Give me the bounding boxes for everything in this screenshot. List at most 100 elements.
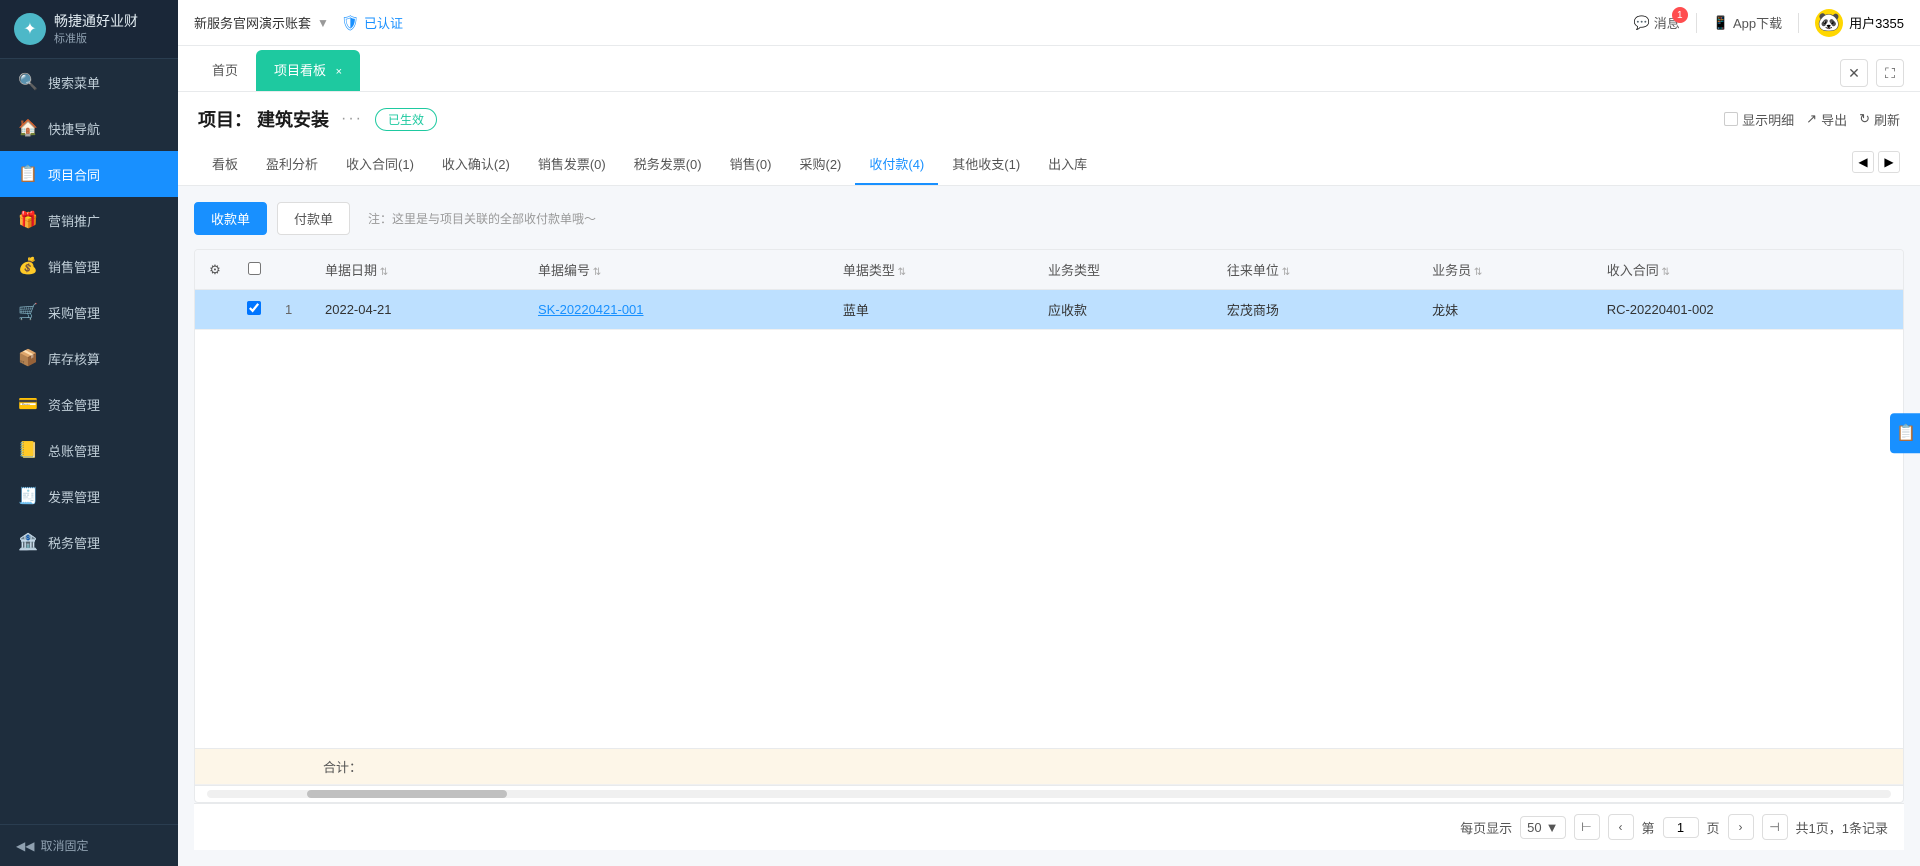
table-row[interactable]: 1 2022-04-21 SK-20220421-001 蓝单 应收款 宏茂商场…	[195, 290, 1903, 330]
receipts-table: ⚙ 单据日期 单据编号 单据类型 业务类型 往来单位	[195, 250, 1903, 330]
maximize-button[interactable]: ⛶	[1876, 59, 1904, 87]
message-badge: 1	[1672, 7, 1688, 23]
gear-icon[interactable]: ⚙	[209, 262, 221, 277]
show-detail-checkbox[interactable]	[1724, 112, 1738, 126]
account-selector[interactable]: 新服务官网演示账套 ▼	[194, 13, 329, 32]
table-container: ⚙ 单据日期 单据编号 单据类型 业务类型 往来单位	[194, 249, 1904, 803]
sub-tab-prev-btn[interactable]: ◀	[1852, 151, 1874, 173]
sidebar-item-inventory[interactable]: 📦 库存核算	[0, 335, 178, 381]
sidebar-item-invoice-mgmt[interactable]: 🧾 发票管理	[0, 473, 178, 519]
content-area: 项目： 建筑安装 ··· 已生效 显示明细 ↗ 导出 ↻	[178, 92, 1920, 866]
sidebar-label-sales-mgmt: 销售管理	[48, 257, 100, 276]
salesman-col-header[interactable]: 业务员	[1420, 250, 1595, 290]
date-col-header[interactable]: 单据日期	[313, 250, 526, 290]
sidebar-logo: ✦ 畅捷通好业财 标准版	[0, 0, 178, 59]
code-col-header[interactable]: 单据编号	[526, 250, 831, 290]
doc-type-col-header[interactable]: 单据类型	[831, 250, 1036, 290]
project-prefix: 项目：	[198, 110, 252, 130]
app-download-button[interactable]: 📱 App下载	[1713, 13, 1782, 32]
income-contract-col-header[interactable]: 收入合同	[1595, 250, 1903, 290]
sidebar-item-quick-nav[interactable]: 🏠 快捷导航	[0, 105, 178, 151]
sidebar-footer-unpin[interactable]: ◀◀ 取消固定	[0, 824, 178, 866]
sidebar-item-search[interactable]: 🔍 搜索菜单	[0, 59, 178, 105]
table-body: 1 2022-04-21 SK-20220421-001 蓝单 应收款 宏茂商场…	[195, 290, 1903, 330]
sub-tab-income-contract[interactable]: 收入合同(1)	[332, 144, 428, 185]
sidebar-label-ledger: 总账管理	[48, 441, 100, 460]
sidebar-item-capital[interactable]: 💳 资金管理	[0, 381, 178, 427]
scrollbar-thumb[interactable]	[307, 790, 507, 798]
sub-tab-next-btn[interactable]: ▶	[1878, 151, 1900, 173]
refresh-label: 刷新	[1874, 110, 1900, 129]
row-check-0[interactable]	[235, 290, 273, 330]
sidebar-item-ledger[interactable]: 📒 总账管理	[0, 427, 178, 473]
app-title: 畅捷通好业财	[54, 12, 138, 30]
sub-tab-in-out[interactable]: 出入库	[1034, 144, 1101, 185]
user-menu[interactable]: 🐼 用户3355	[1815, 9, 1904, 37]
settings-col-header[interactable]: ⚙	[195, 250, 235, 290]
tab-home[interactable]: 首页	[194, 50, 256, 91]
body-content: 收款单 付款单 注：这里是与项目关联的全部收付款单哦～ ⚙	[178, 186, 1920, 866]
checkbox-col-header[interactable]	[235, 250, 273, 290]
sidebar-item-marketing[interactable]: 🎁 营销推广	[0, 197, 178, 243]
sub-tabs: 看板 盈利分析 收入合同(1) 收入确认(2) 销售发票(0) 税务发票(0) …	[198, 144, 1900, 185]
main-area: 新服务官网演示账套 ▼ 🛡 已认证 💬 消息 1 📱 App下载 🐼 用户335…	[178, 0, 1920, 866]
sub-tab-receipts[interactable]: 收付款(4)	[855, 144, 938, 185]
verified-badge: 🛡 已认证	[341, 13, 403, 32]
sidebar-item-sales-mgmt[interactable]: 💰 销售管理	[0, 243, 178, 289]
show-detail-toggle[interactable]: 显示明细	[1724, 110, 1794, 129]
logo-icon: ✦	[14, 13, 46, 45]
sub-tab-kanban[interactable]: 看板	[198, 144, 252, 185]
message-button[interactable]: 💬 消息 1	[1634, 13, 1680, 32]
app-download-label: App下载	[1733, 13, 1782, 32]
page-size-label: 每页显示	[1460, 818, 1512, 837]
sidebar-item-project-contract[interactable]: 📋 项目合同	[0, 151, 178, 197]
row-code-0[interactable]: SK-20220421-001	[526, 290, 831, 330]
sidebar-item-purchase-mgmt[interactable]: 🛒 采购管理	[0, 289, 178, 335]
verified-text: 已认证	[364, 13, 403, 32]
refresh-button[interactable]: ↻ 刷新	[1859, 110, 1900, 129]
project-more-button[interactable]: ···	[341, 110, 363, 128]
sidebar-label-invoice-mgmt: 发票管理	[48, 487, 100, 506]
row-partner-0: 宏茂商场	[1215, 290, 1420, 330]
sidebar-label-marketing: 营销推广	[48, 211, 100, 230]
page-size-selector[interactable]: 50 ▼	[1520, 816, 1565, 839]
sub-tab-sales-invoice[interactable]: 销售发票(0)	[524, 144, 620, 185]
select-all-checkbox[interactable]	[248, 262, 261, 275]
sidebar-icon-ledger: 📒	[18, 440, 38, 460]
horizontal-scrollbar[interactable]	[195, 785, 1903, 802]
sub-tab-purchase[interactable]: 采购(2)	[785, 144, 855, 185]
first-page-btn[interactable]: ⊢	[1574, 814, 1600, 840]
total-info: 共1页，1条记录	[1796, 818, 1888, 837]
sub-tab-sales[interactable]: 销售(0)	[716, 144, 786, 185]
current-page-input[interactable]	[1663, 817, 1699, 838]
row-code-link-0[interactable]: SK-20220421-001	[538, 302, 644, 317]
topbar-divider1	[1696, 13, 1697, 33]
refresh-icon: ↻	[1859, 111, 1870, 127]
last-page-btn[interactable]: ⊣	[1762, 814, 1788, 840]
sub-tab-other-expenses[interactable]: 其他收支(1)	[938, 144, 1034, 185]
scrollbar-track	[207, 790, 1891, 798]
partner-col-header[interactable]: 往来单位	[1215, 250, 1420, 290]
sub-tab-profit[interactable]: 盈利分析	[252, 144, 332, 185]
close-window-button[interactable]: ✕	[1840, 59, 1868, 87]
page-label: 第	[1642, 818, 1655, 837]
next-page-btn[interactable]: ›	[1728, 814, 1754, 840]
tabbar-controls: ✕ ⛶	[1840, 59, 1904, 91]
export-button[interactable]: ↗ 导出	[1806, 110, 1847, 129]
table-wrapper[interactable]: ⚙ 单据日期 单据编号 单据类型 业务类型 往来单位	[195, 250, 1903, 748]
sidebar-icon-capital: 💳	[18, 394, 38, 414]
unpin-label: 取消固定	[40, 837, 88, 854]
row-checkbox-0[interactable]	[247, 301, 261, 315]
sidebar-label-quick-nav: 快捷导航	[48, 119, 100, 138]
right-float-button[interactable]: 📋	[1890, 413, 1920, 453]
tab-project-board-close[interactable]: ×	[336, 66, 342, 78]
payment-bill-filter-btn[interactable]: 付款单	[277, 202, 350, 235]
filter-row: 收款单 付款单 注：这里是与项目关联的全部收付款单哦～	[194, 202, 1904, 235]
tab-project-board[interactable]: 项目看板 ×	[256, 50, 360, 91]
sub-tab-tax-invoice[interactable]: 税务发票(0)	[620, 144, 716, 185]
prev-page-btn[interactable]: ‹	[1608, 814, 1634, 840]
sub-tab-income-confirm[interactable]: 收入确认(2)	[428, 144, 524, 185]
receipt-bill-filter-btn[interactable]: 收款单	[194, 202, 267, 235]
sidebar-item-tax-mgmt[interactable]: 🏦 税务管理	[0, 519, 178, 565]
table-header-row: ⚙ 单据日期 单据编号 单据类型 业务类型 往来单位	[195, 250, 1903, 290]
